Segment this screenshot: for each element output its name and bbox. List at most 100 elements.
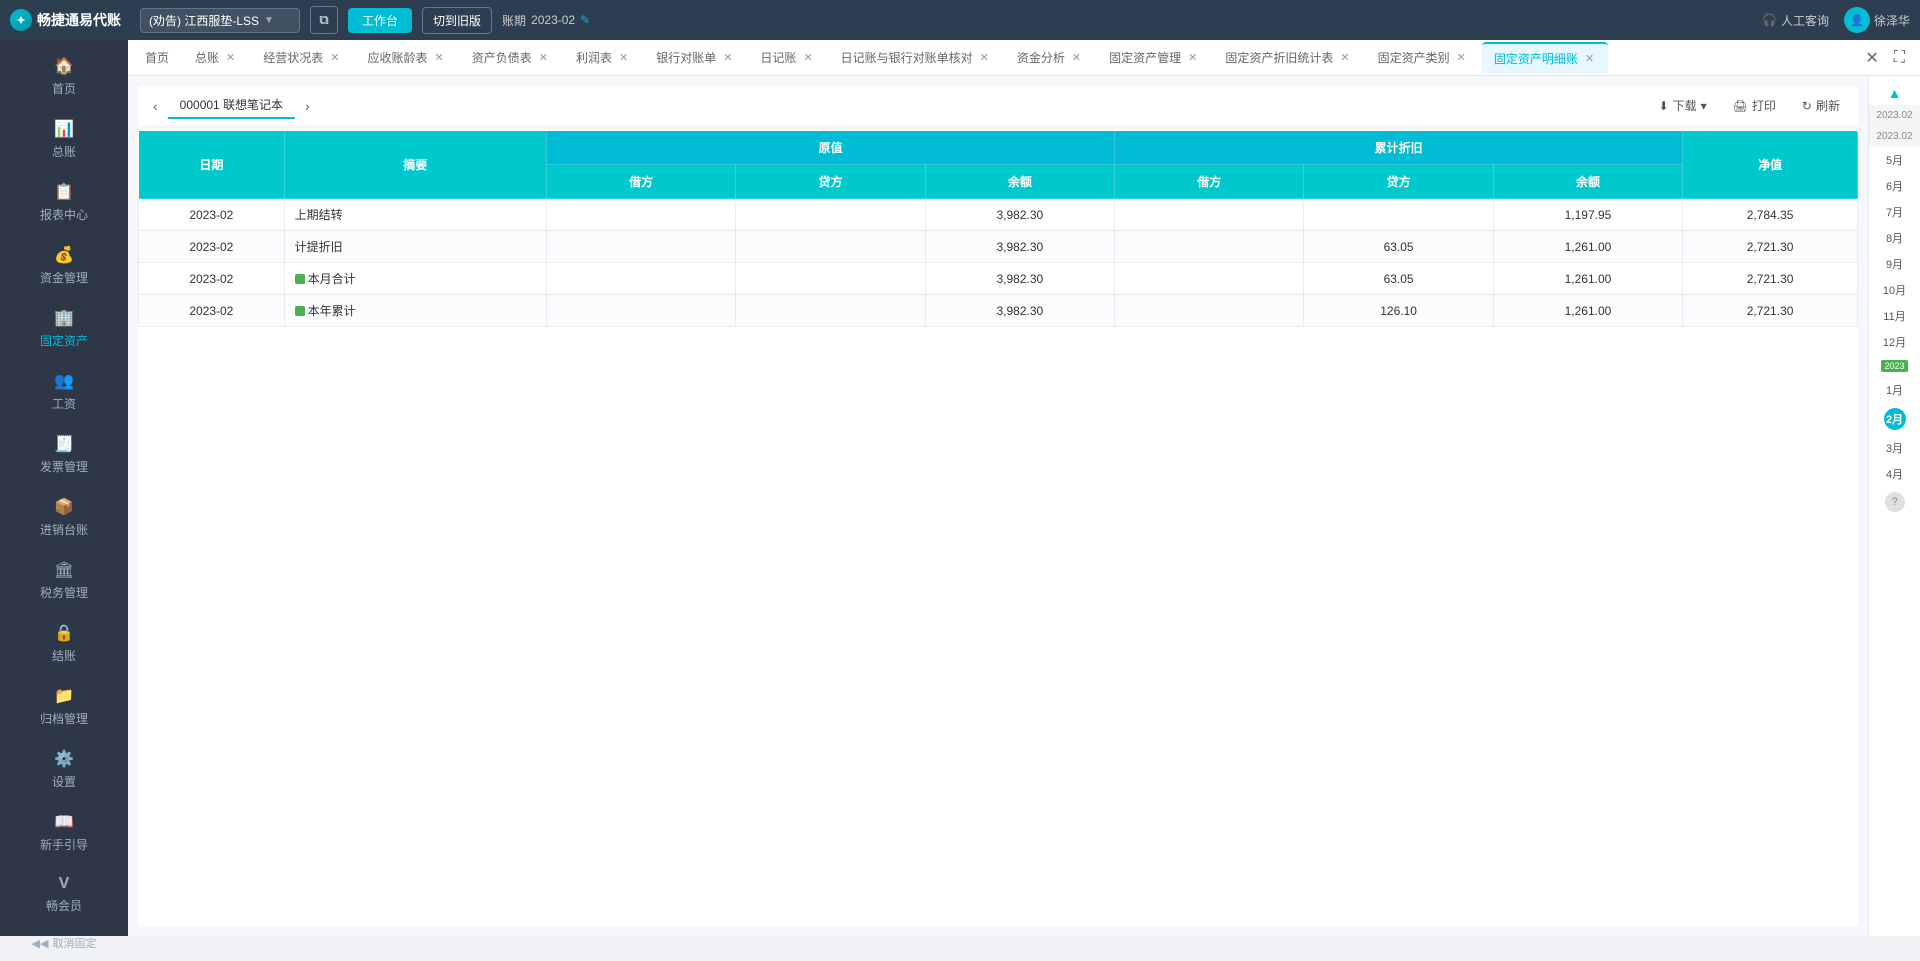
tab-fixed-assets-depreciation[interactable]: 固定资产折旧统计表 ✕ — [1213, 43, 1363, 72]
tab-fixed-assets-detail-close[interactable]: ✕ — [1583, 51, 1596, 66]
capital-icon: 💰 — [54, 245, 74, 265]
period-edit-icon[interactable]: ✎ — [580, 13, 590, 27]
right-panel-month-9[interactable]: 9月 — [1869, 251, 1920, 277]
close-accounts-icon: 🔒 — [54, 623, 74, 643]
tab-capital-analysis[interactable]: 资金分析 ✕ — [1005, 43, 1095, 72]
table-row: 2023-02 上期结转 3,982.30 1,197.95 2,784.35 — [139, 199, 1858, 231]
sidebar-item-tax[interactable]: 🏛 税务管理 — [5, 550, 123, 611]
company-name: (劝告) 江西服垫-LSS — [149, 12, 259, 29]
tab-fixed-assets-detail[interactable]: 固定资产明细账 ✕ — [1482, 42, 1608, 73]
tab-receivable-aging[interactable]: 应收账龄表 ✕ — [355, 43, 457, 72]
print-btn[interactable]: 🖨 打印 — [1725, 94, 1784, 117]
tab-journal-bank-reconcile[interactable]: 日记账与银行对账单核对 ✕ — [829, 43, 1003, 72]
tab-bank-statement[interactable]: 银行对账单 ✕ — [644, 43, 746, 72]
sidebar-item-reports[interactable]: 📋 报表中心 — [5, 172, 123, 233]
tab-capital-analysis-close[interactable]: ✕ — [1070, 50, 1083, 65]
tab-profit-label: 利润表 — [576, 49, 612, 66]
tab-home[interactable]: 首页 — [133, 43, 181, 72]
right-panel-month-12[interactable]: 12月 — [1869, 329, 1920, 355]
sidebar-item-capital[interactable]: 💰 资金管理 — [5, 235, 123, 296]
tab-receivable-aging-close[interactable]: ✕ — [433, 50, 446, 65]
sidebar-item-sales[interactable]: 📦 进销台账 — [5, 487, 123, 548]
switch-version-button[interactable]: 切到旧版 — [422, 7, 492, 34]
right-panel-month-6[interactable]: 6月 — [1869, 173, 1920, 199]
sidebar-item-settings[interactable]: ⚙️ 设置 — [5, 739, 123, 800]
tab-fixed-assets-category-close[interactable]: ✕ — [1455, 50, 1468, 65]
top-bar: ✦ 畅捷通易代账 (劝告) 江西服垫-LSS ▼ ⧉ 工作台 切到旧版 账期 2… — [0, 0, 1920, 40]
td-abstract: 本年累计 — [284, 295, 546, 327]
sidebar-item-salary[interactable]: 👥 工资 — [5, 361, 123, 422]
company-arrow-icon: ▼ — [264, 15, 274, 26]
right-panel-month-5[interactable]: 5月 — [1869, 147, 1920, 173]
sidebar-label-salary: 工资 — [52, 395, 76, 412]
td-date: 2023-02 — [139, 231, 285, 263]
tab-profit[interactable]: 利润表 ✕ — [564, 43, 642, 72]
tab-capital-analysis-label: 资金分析 — [1017, 49, 1065, 66]
sub-tab-bar: ‹ 000001 联想笔记本 › ⬇ 下载 ▾ 🖨 打印 — [138, 86, 1858, 125]
tab-fixed-assets-category[interactable]: 固定资产类别 ✕ — [1366, 43, 1480, 72]
copy-button[interactable]: ⧉ — [310, 6, 338, 34]
col-orig-credit: 贷方 — [736, 165, 925, 199]
right-panel-month-2-active[interactable]: 2月 — [1869, 403, 1920, 435]
tab-business-status-label: 经营状况表 — [263, 49, 323, 66]
td-net: 2,721.30 — [1683, 263, 1858, 295]
right-panel-scroll-up[interactable]: ▲ — [1869, 81, 1920, 105]
right-panel-month-7[interactable]: 7月 — [1869, 199, 1920, 225]
tab-balance-sheet[interactable]: 资产负债表 ✕ — [460, 43, 562, 72]
sidebar-item-ledger[interactable]: 📊 总账 — [5, 109, 123, 170]
download-btn[interactable]: ⬇ 下载 ▾ — [1651, 94, 1715, 117]
sidebar-label-settings: 设置 — [52, 773, 76, 790]
sub-tab-asset[interactable]: 000001 联想笔记本 — [168, 92, 295, 119]
sidebar-item-archive[interactable]: 📁 归档管理 — [5, 676, 123, 737]
sidebar-item-fixed-assets[interactable]: 🏢 固定资产 — [5, 298, 123, 359]
tab-journal[interactable]: 日记账 ✕ — [748, 43, 826, 72]
right-panel-month-1[interactable]: 1月 — [1869, 377, 1920, 403]
sales-icon: 📦 — [54, 497, 74, 517]
user-name: 徐泽华 — [1874, 12, 1910, 29]
td-date: 2023-02 — [139, 263, 285, 295]
tab-expand-btn[interactable]: ⛶ — [1889, 47, 1910, 69]
tab-business-status[interactable]: 经营状况表 ✕ — [251, 43, 353, 72]
tab-journal-bank-reconcile-close[interactable]: ✕ — [978, 50, 991, 65]
customer-service-btn[interactable]: 🎧 人工客询 — [1762, 12, 1829, 29]
user-profile-btn[interactable]: 👤 徐泽华 — [1844, 7, 1910, 33]
sidebar-unpin-btn[interactable]: ◀◀ 取消固定 — [0, 925, 128, 961]
right-panel-year-2023-label2: 2023.02 — [1869, 126, 1920, 147]
right-panel-month-10[interactable]: 10月 — [1869, 277, 1920, 303]
sub-tab-next-btn[interactable]: › — [300, 96, 315, 116]
td-orig-debit — [546, 263, 735, 295]
tab-journal-close[interactable]: ✕ — [801, 50, 814, 65]
right-panel-unknown[interactable]: ? — [1869, 487, 1920, 517]
tab-fixed-assets-mgmt-close[interactable]: ✕ — [1186, 50, 1199, 65]
tab-business-status-close[interactable]: ✕ — [328, 50, 341, 65]
td-orig-debit — [546, 199, 735, 231]
sidebar-item-close[interactable]: 🔒 结账 — [5, 613, 123, 674]
right-panel-month-8[interactable]: 8月 — [1869, 225, 1920, 251]
right-panel-month-4[interactable]: 4月 — [1869, 461, 1920, 487]
tab-receivable-aging-label: 应收账龄表 — [367, 49, 427, 66]
workbench-button[interactable]: 工作台 — [348, 8, 412, 33]
sidebar-item-member[interactable]: V 畅会员 — [5, 865, 123, 924]
tab-fixed-assets-mgmt[interactable]: 固定资产管理 ✕ — [1097, 43, 1211, 72]
tab-fixed-assets-depreciation-close[interactable]: ✕ — [1338, 50, 1351, 65]
download-label: 下载 — [1673, 97, 1697, 114]
sidebar-item-guide[interactable]: 📖 新手引导 — [5, 802, 123, 863]
right-panel-month-11[interactable]: 11月 — [1869, 303, 1920, 329]
tab-profit-close[interactable]: ✕ — [617, 50, 630, 65]
sub-tab-prev-btn[interactable]: ‹ — [148, 96, 163, 116]
tab-balance-sheet-close[interactable]: ✕ — [537, 50, 550, 65]
tab-ledger-close[interactable]: ✕ — [224, 50, 237, 65]
col-orig-balance: 余额 — [925, 165, 1114, 199]
refresh-btn[interactable]: ↻ 刷新 — [1794, 94, 1848, 117]
content-area: ‹ 000001 联想笔记本 › ⬇ 下载 ▾ 🖨 打印 — [128, 76, 1920, 936]
sidebar-label-tax: 税务管理 — [40, 584, 88, 601]
td-orig-balance: 3,982.30 — [925, 199, 1114, 231]
tab-ledger[interactable]: 总账 ✕ — [183, 43, 249, 72]
sidebar-label-reports: 报表中心 — [40, 206, 88, 223]
sidebar-item-invoice[interactable]: 🧾 发票管理 — [5, 424, 123, 485]
company-selector[interactable]: (劝告) 江西服垫-LSS ▼ — [140, 8, 300, 33]
right-panel-month-3[interactable]: 3月 — [1869, 435, 1920, 461]
tab-close-all-btn[interactable]: ✕ — [1860, 46, 1883, 70]
tab-bank-statement-close[interactable]: ✕ — [721, 50, 734, 65]
sidebar-item-home[interactable]: 🏠 首页 — [5, 46, 123, 107]
